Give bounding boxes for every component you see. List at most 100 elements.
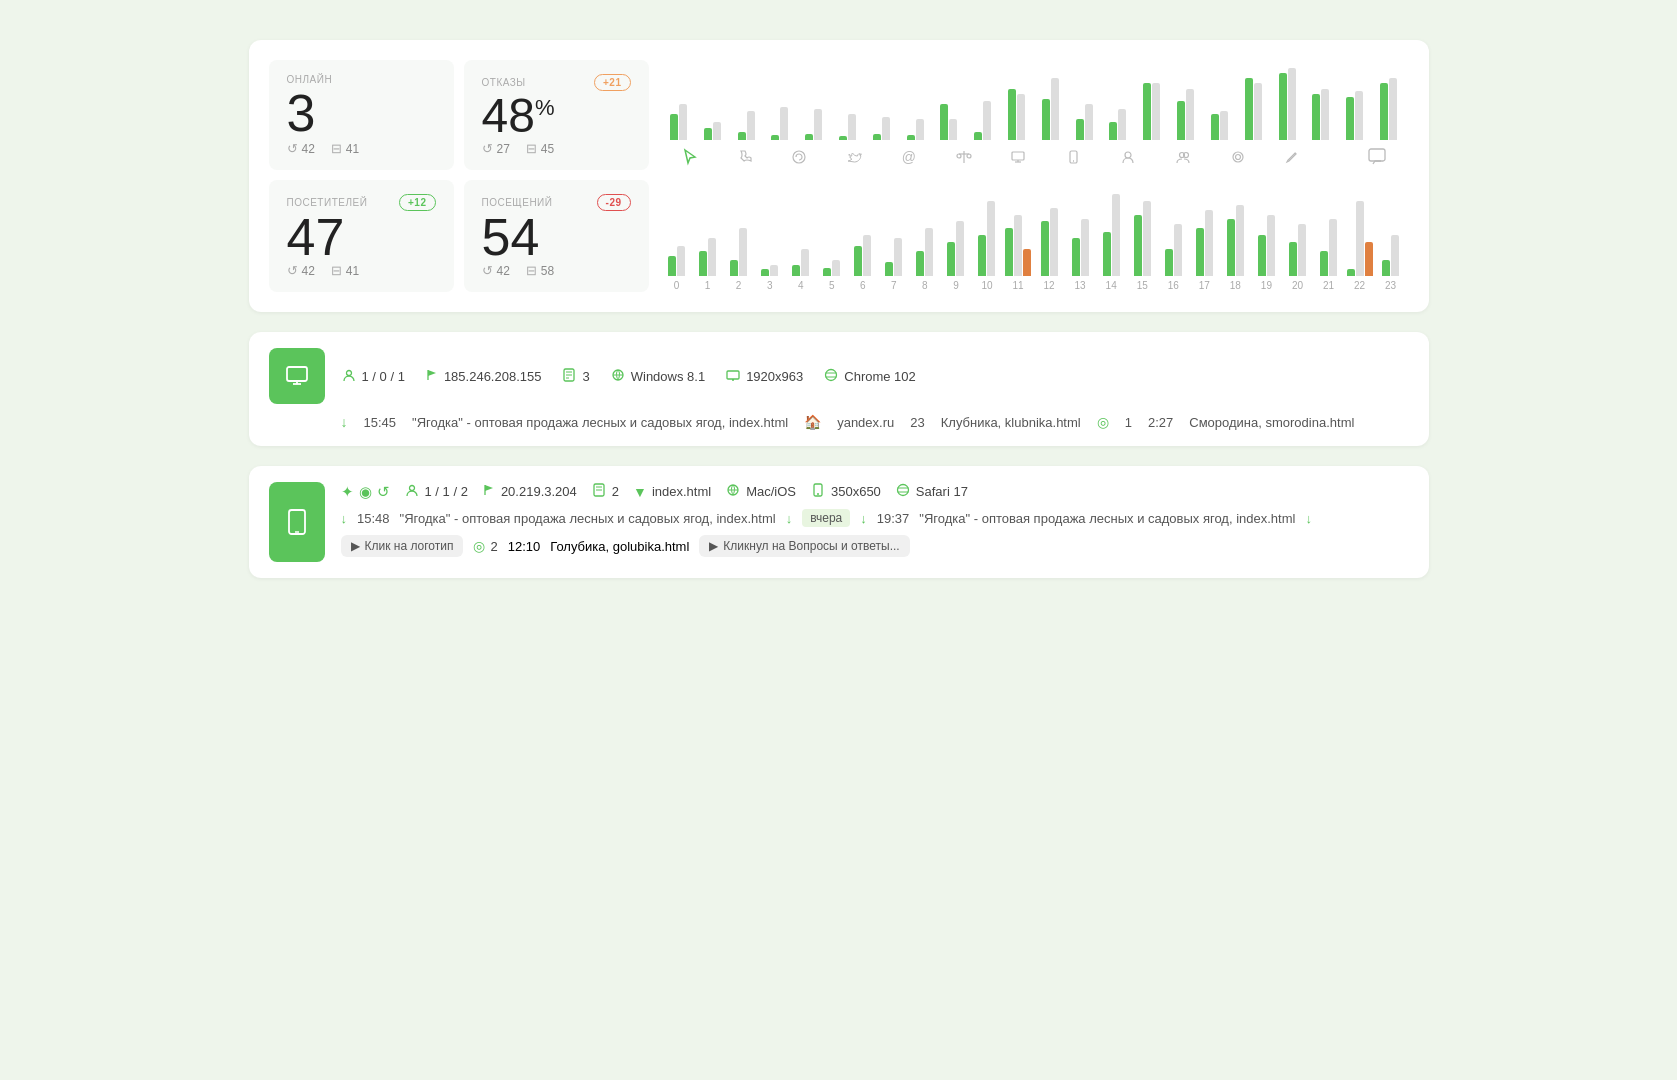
- landing-icon: ▼: [633, 484, 647, 500]
- bar-gray: [1186, 89, 1194, 140]
- session-landing-2: ▼ index.html: [633, 484, 711, 500]
- bar-group: [798, 109, 830, 140]
- bar-group-bottom: [911, 228, 939, 276]
- bar-green-b: [885, 262, 893, 276]
- bar-gray-b: [894, 238, 902, 276]
- chart-label: 12: [1035, 280, 1063, 291]
- bar-gray-b: [1081, 219, 1089, 276]
- session-icon-desktop[interactable]: [269, 348, 325, 404]
- bar-group-bottom: [1035, 208, 1063, 276]
- icon-email: @: [882, 149, 937, 165]
- bar-group-bottom: [818, 260, 846, 276]
- session-card-2: ✦ ◉ ↺ 1 / 1 / 2 20.219.3.204: [249, 466, 1429, 578]
- stat-footer-bounces: ↺ 27 ⊟ 45: [482, 141, 631, 156]
- target-icon-s1: ◎: [1097, 414, 1109, 430]
- bar-green-b: [1382, 260, 1390, 276]
- chart-label: 22: [1346, 280, 1374, 291]
- bar-group-bottom: [1283, 224, 1311, 276]
- bottom-chart-container: 01234567891011121314151617181920212223: [659, 186, 1409, 292]
- bar-group: [933, 104, 965, 140]
- bar-group-bottom: [787, 249, 815, 276]
- svg-point-13: [1233, 152, 1243, 162]
- chart-label: 17: [1190, 280, 1218, 291]
- bar-gray: [1389, 78, 1397, 140]
- bar-group: [1373, 78, 1405, 140]
- top-bar-chart: [659, 60, 1409, 140]
- history-icon-v: ↺: [287, 263, 298, 278]
- pages-icon-2: [591, 482, 607, 501]
- stat-box-visits: ПОСЕЩЕНИЙ -29 54 ↺ 42 ⊟ 58: [464, 180, 649, 292]
- bar-green: [704, 128, 712, 140]
- bar-group-bottom: [1190, 210, 1218, 276]
- chart-label: 21: [1314, 280, 1342, 291]
- bar-group: [1001, 89, 1033, 140]
- bar-gray-b: [739, 228, 747, 276]
- bar-green-b: [1289, 242, 1297, 276]
- bar-gray-b: [987, 201, 995, 276]
- bar-green: [1346, 97, 1354, 140]
- stat-value-bounces: 48%: [482, 92, 631, 140]
- session-info-items-1: 1 / 0 / 1 185.246.208.155 3 Windows 8.1: [341, 367, 916, 386]
- chart-label: 19: [1252, 280, 1280, 291]
- bar-green-b: [792, 265, 800, 276]
- chart-label: 7: [880, 280, 908, 291]
- bar-gray-b: [925, 228, 933, 276]
- session-2-row-1: ✦ ◉ ↺ 1 / 1 / 2 20.219.3.204: [341, 482, 1409, 501]
- bar-gray-b: [1391, 235, 1399, 276]
- bar-gray-b: [1329, 219, 1337, 276]
- icon-whatsapp: [772, 148, 827, 166]
- session-icon-mobile[interactable]: [269, 482, 325, 562]
- bar-green: [1279, 73, 1287, 140]
- dl-icon-2d: ↓: [1305, 511, 1312, 526]
- session-2-row-3: ▶ Клик на логотип ◎ 2 12:10 Голубика, go…: [341, 535, 1409, 557]
- bar-group-bottom: [756, 265, 784, 276]
- icon-cursor: [663, 148, 718, 166]
- bar-group: [967, 101, 999, 140]
- bar-gray-b: [677, 246, 685, 276]
- bar-green: [1177, 101, 1185, 140]
- bar-orange-b: [1023, 249, 1031, 276]
- bar-group-bottom: [1128, 201, 1156, 276]
- chart-area: @: [659, 60, 1409, 292]
- svg-point-29: [826, 369, 837, 380]
- bar-gray: [1152, 83, 1160, 140]
- bar-group-bottom: [1066, 219, 1094, 276]
- dl-icon-2c: ↓: [860, 511, 867, 526]
- session-2-content: ✦ ◉ ↺ 1 / 1 / 2 20.219.3.204: [341, 482, 1409, 557]
- twitter-icon-s2: ✦: [341, 483, 354, 501]
- bar-gray: [882, 117, 890, 140]
- icon-user: [1101, 148, 1156, 166]
- bar-green-b: [761, 269, 769, 276]
- bar-green-b: [1258, 235, 1266, 276]
- svg-point-34: [409, 486, 414, 491]
- os-icon: [610, 367, 626, 386]
- bar-gray: [1118, 109, 1126, 140]
- bar-group-bottom: [1097, 194, 1125, 276]
- session-card-1: 1 / 0 / 1 185.246.208.155 3 Windows 8.1: [249, 332, 1429, 446]
- bar-green-b: [1320, 251, 1328, 276]
- bar-group: [1068, 104, 1100, 140]
- bookmark-icon: ⊟: [331, 141, 342, 156]
- bar-green: [1380, 83, 1388, 140]
- chart-label: 15: [1128, 280, 1156, 291]
- chart-label: 1: [694, 280, 722, 291]
- chart-label: 4: [787, 280, 815, 291]
- chart-label: 18: [1221, 280, 1249, 291]
- top-chart-container: @: [659, 60, 1409, 168]
- bar-gray: [916, 119, 924, 140]
- os-icon-2: [725, 482, 741, 501]
- bar-gray: [949, 119, 957, 140]
- browser-icon: [823, 367, 839, 386]
- bar-group-bottom: [1346, 201, 1374, 276]
- bar-gray-b: [1236, 205, 1244, 276]
- session-people-2: 1 / 1 / 2: [404, 482, 468, 501]
- icon-target: [1210, 148, 1265, 166]
- session-os-1: Windows 8.1: [610, 367, 705, 386]
- bar-group: [663, 104, 695, 140]
- bar-green: [1312, 94, 1320, 140]
- bar-green: [738, 132, 746, 140]
- bar-green: [1211, 114, 1219, 140]
- bar-group: [899, 119, 931, 140]
- bar-group: [730, 111, 762, 140]
- bar-group: [1271, 68, 1303, 140]
